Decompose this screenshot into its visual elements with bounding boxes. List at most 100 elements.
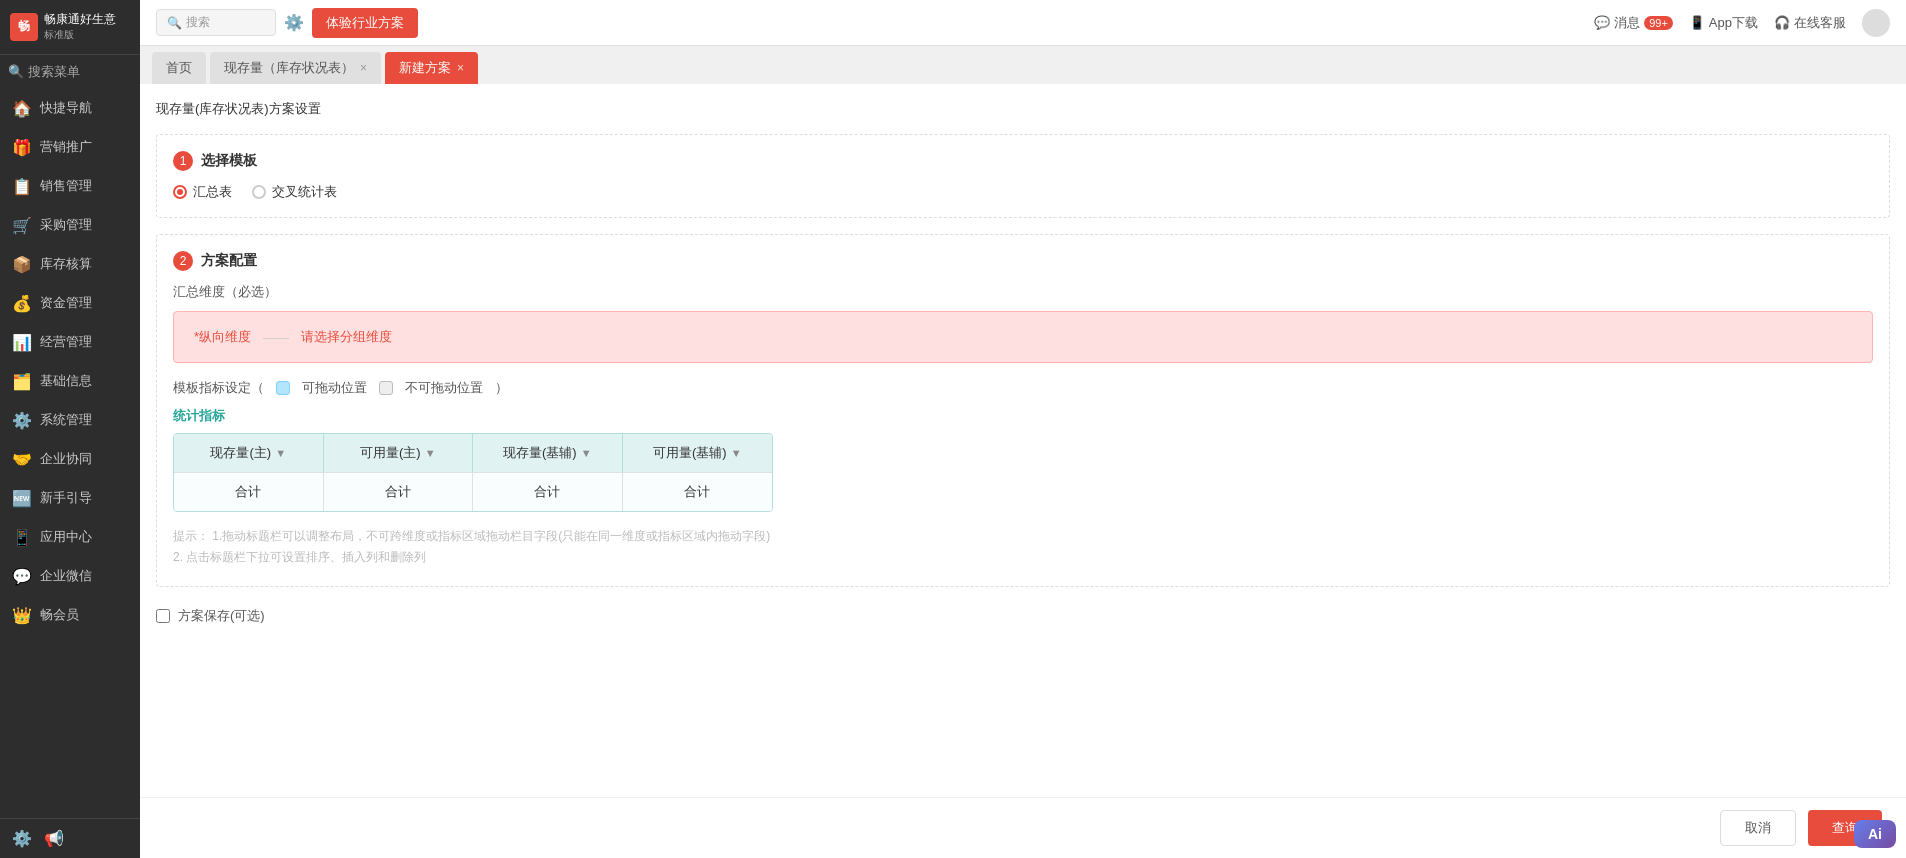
sidebar-label-contract: 企业协同 [40,450,92,468]
speaker-icon[interactable]: 📢 [44,829,64,848]
sidebar-item-quick-nav[interactable]: 🏠快捷导航 [0,89,140,128]
cancel-button[interactable]: 取消 [1720,810,1796,846]
logo-icon: 畅 [10,13,38,41]
search-icon: 🔍 [167,16,182,30]
sidebar-item-newbie[interactable]: 🆕新手引导 [0,479,140,518]
messages-btn[interactable]: 💬 消息 99+ [1594,14,1673,32]
sidebar-item-purchase[interactable]: 🛒 采购管理 [0,206,140,245]
col-header-col2[interactable]: 可用量(主) ▼ [324,434,474,472]
sidebar-label-finance: 资金管理 [40,294,92,312]
dimension-placeholder: 请选择分组维度 [301,328,392,346]
step1-section: 1 选择模板 汇总表 交叉统计表 [156,134,1890,218]
quick-nav-icon: 🏠 [12,99,32,118]
indicator-setting-end: ） [495,379,508,397]
save-checkbox[interactable] [156,609,170,623]
search-label: 搜索菜单 [28,63,80,81]
sidebar-search[interactable]: 🔍 搜索菜单 [0,55,140,89]
nodrag-indicator-badge [379,381,393,395]
page-content: 现存量(库存状况表)方案设置 1 选择模板 汇总表 交叉统计表 2 方案配置 汇总… [140,84,1906,858]
col-cell-col2: 合计 [324,472,474,511]
basic-icon: 🗂️ [12,372,32,391]
indicator-setting-label: 模板指标设定（ [173,379,264,397]
sidebar-item-member[interactable]: 👑 畅会员 [0,596,140,635]
user-avatar[interactable] [1862,9,1890,37]
sidebar-label-sales: 销售管理 [40,177,92,195]
sidebar-item-basic[interactable]: 🗂️ 基础信息 [0,362,140,401]
main-content: 🔍 搜索 ⚙️ 体验行业方案 💬 消息 99+ 📱 App下载 🎧 在线客服 [140,0,1906,858]
tab-close-inventory-status[interactable]: × [360,61,367,75]
settings-icon[interactable]: ⚙️ [12,829,32,848]
tabbar: 首页 现存量（库存状况表） × 新建方案 × [140,46,1906,84]
col-header-label-col2: 可用量(主) [360,444,421,462]
purchase-icon: 🛒 [12,216,32,235]
tab-new-plan[interactable]: 新建方案 × [385,52,478,84]
sidebar-item-sales[interactable]: 📋销售管理 [0,167,140,206]
ai-badge[interactable]: Ai [1854,820,1896,848]
stats-table-header: 现存量(主)▼ 可用量(主) ▼ 现存量(基辅)▼可用量(基辅)▼ [174,434,772,472]
sidebar-item-inventory[interactable]: 📦库存核算 [0,245,140,284]
apps-icon: 📱 [12,528,32,547]
trial-btn[interactable]: 体验行业方案 [312,8,418,38]
messages-icon: 💬 [1594,15,1610,30]
sidebar-item-wechat[interactable]: 💬企业微信 [0,557,140,596]
messages-label: 消息 [1614,14,1640,32]
col-header-col3[interactable]: 现存量(基辅)▼ [473,434,623,472]
step1-badge: 1 [173,151,193,171]
sidebar-item-operation[interactable]: 📊经营管理 [0,323,140,362]
app-edition: 标准版 [44,28,116,42]
sidebar-item-system[interactable]: ⚙️系统管理 [0,401,140,440]
topbar-right: 💬 消息 99+ 📱 App下载 🎧 在线客服 [1594,9,1890,37]
tab-home[interactable]: 首页 [152,52,206,84]
marketing-icon: 🎁 [12,138,32,157]
step1-title: 选择模板 [201,152,257,170]
tab-label-new-plan: 新建方案 [399,59,451,77]
step2-header: 2 方案配置 [173,251,1873,271]
inventory-icon: 📦 [12,255,32,274]
contract-icon: 🤝 [12,450,32,469]
customer-service-label: 在线客服 [1794,14,1846,32]
tab-label-inventory-status: 现存量（库存状况表） [224,59,354,77]
col-header-col1[interactable]: 现存量(主)▼ [174,434,324,472]
nodrag-label: 不可拖动位置 [405,379,483,397]
topbar-search[interactable]: 🔍 搜索 [156,9,276,36]
tab-inventory-status[interactable]: 现存量（库存状况表） × [210,52,381,84]
chevron-icon-col4: ▼ [731,447,742,459]
sidebar-item-marketing[interactable]: 🎁 营销推广 [0,128,140,167]
sidebar-label-basic: 基础信息 [40,372,92,390]
radio-option-cross[interactable]: 交叉统计表 [252,183,337,201]
page-title: 现存量(库存状况表)方案设置 [156,100,1890,118]
headphone-icon: 🎧 [1774,15,1790,30]
app-download-btn[interactable]: 📱 App下载 [1689,14,1758,32]
sidebar-item-apps[interactable]: 📱应用中心 [0,518,140,557]
step1-header: 1 选择模板 [173,151,1873,171]
tips-section: 提示： 1.拖动标题栏可以调整布局，不可跨维度或指标区域拖动栏目字段(只能在同一… [173,528,1873,566]
sidebar-label-member: 畅会员 [40,606,79,624]
search-placeholder: 搜索 [186,14,210,31]
member-icon: 👑 [12,606,32,625]
tab-close-new-plan[interactable]: × [457,61,464,75]
sidebar-label-wechat: 企业微信 [40,567,92,585]
tab-label-home: 首页 [166,59,192,77]
sidebar-label-purchase: 采购管理 [40,216,92,234]
stats-table: 现存量(主)▼可用量(主)▼现存量(基辅)▼可用量(基辅)▼ 合计合计合计合计 [173,433,773,512]
sidebar-label-newbie: 新手引导 [40,489,92,507]
radio-dot-summary [173,185,187,199]
sidebar-item-finance[interactable]: 💰资金管理 [0,284,140,323]
step2-section: 2 方案配置 汇总维度（必选） *纵向维度 —— 请选择分组维度 模板指标设定（… [156,234,1890,587]
sidebar-item-contract[interactable]: 🤝 企业协同 [0,440,140,479]
sidebar-nav: 🏠快捷导航 🎁 营销推广 📋销售管理 🛒 采购管理 📦库存核算💰资金管理📊经营管理 🗂️ 基础信… [0,89,140,818]
settings-gear-icon[interactable]: ⚙️ [284,13,304,32]
indicator-setting-row: 模板指标设定（ 可拖动位置 不可拖动位置 ） [173,379,1873,397]
app-name: 畅康通好生意 [44,12,116,28]
radio-option-summary[interactable]: 汇总表 [173,183,232,201]
sidebar-label-marketing: 营销推广 [40,138,92,156]
topbar-left: 🔍 搜索 ⚙️ 体验行业方案 [156,8,1584,38]
col-header-col4[interactable]: 可用量(基辅)▼ [623,434,773,472]
save-row: 方案保存(可选) [156,607,1890,625]
app-download-label: App下载 [1709,14,1758,32]
topbar: 🔍 搜索 ⚙️ 体验行业方案 💬 消息 99+ 📱 App下载 🎧 在线客服 [140,0,1906,46]
chevron-icon-col2: ▼ [425,447,436,459]
tip-item: 提示： 1.拖动标题栏可以调整布局，不可跨维度或指标区域拖动栏目字段(只能在同一… [173,528,1873,545]
dimension-row[interactable]: *纵向维度 —— 请选择分组维度 [173,311,1873,363]
customer-service-btn[interactable]: 🎧 在线客服 [1774,14,1846,32]
